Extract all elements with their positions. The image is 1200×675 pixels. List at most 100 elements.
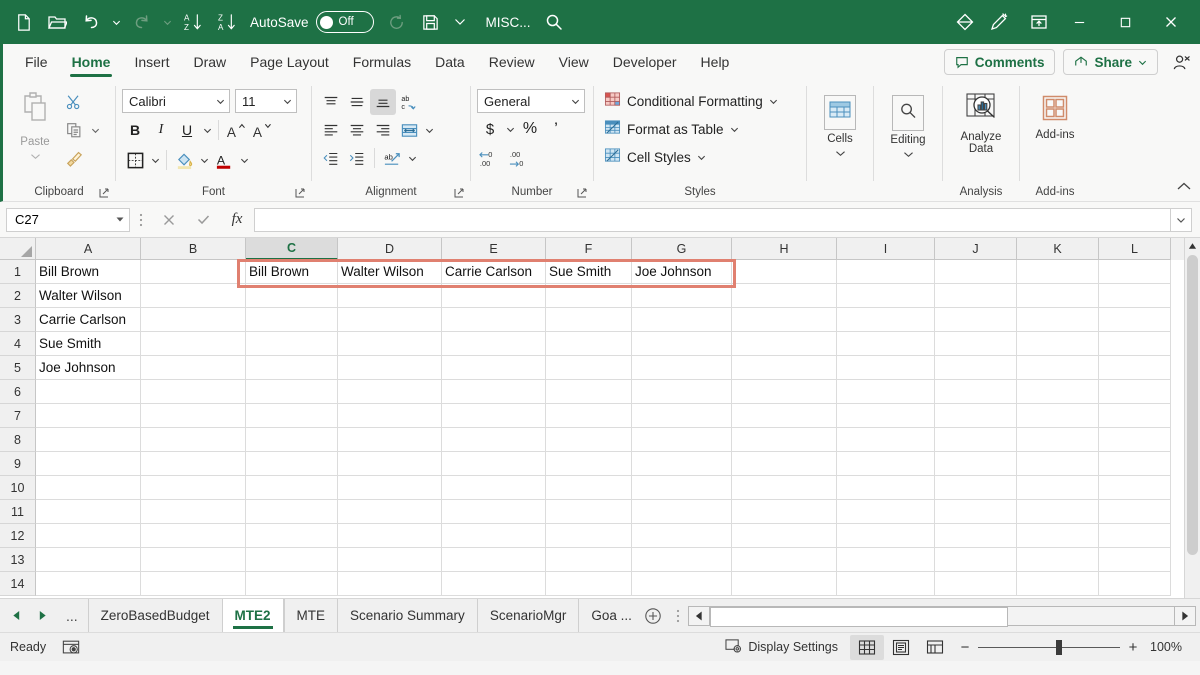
decrease-decimal-icon[interactable]: .00 0 <box>507 145 537 171</box>
cell-A5[interactable]: Joe Johnson <box>36 356 141 380</box>
cell-B13[interactable] <box>141 548 246 572</box>
vertical-scroll-thumb[interactable] <box>1187 255 1198 555</box>
customize-quick-access-chevron-down-icon[interactable] <box>448 5 472 39</box>
cell-G11[interactable] <box>632 500 732 524</box>
ribbon-display-icon[interactable] <box>1022 5 1056 39</box>
undo-icon[interactable] <box>74 5 108 39</box>
row-header-13[interactable]: 13 <box>0 548 36 572</box>
tab-home[interactable]: Home <box>60 44 123 80</box>
align-left-icon[interactable] <box>318 117 344 143</box>
zoom-level-label[interactable]: 100% <box>1146 640 1194 654</box>
cell-D7[interactable] <box>338 404 442 428</box>
analyze-data-button[interactable]: Analyze Data <box>949 89 1013 155</box>
cell-H14[interactable] <box>732 572 837 596</box>
cell-F2[interactable] <box>546 284 632 308</box>
cell-J11[interactable] <box>935 500 1017 524</box>
comments-button[interactable]: Comments <box>944 49 1056 75</box>
cell-I2[interactable] <box>837 284 935 308</box>
row-header-3[interactable]: 3 <box>0 308 36 332</box>
cell-J13[interactable] <box>935 548 1017 572</box>
cell-F3[interactable] <box>546 308 632 332</box>
cell-G12[interactable] <box>632 524 732 548</box>
column-header-k[interactable]: K <box>1017 238 1099 260</box>
cell-H11[interactable] <box>732 500 837 524</box>
underline-button[interactable]: U <box>174 117 200 143</box>
cell-F9[interactable] <box>546 452 632 476</box>
cell-G6[interactable] <box>632 380 732 404</box>
tab-developer[interactable]: Developer <box>601 44 689 80</box>
row-header-11[interactable]: 11 <box>0 500 36 524</box>
column-header-e[interactable]: E <box>442 238 546 260</box>
expand-formula-bar-icon[interactable] <box>1170 208 1192 232</box>
cell-F5[interactable] <box>546 356 632 380</box>
percent-icon[interactable]: % <box>517 116 543 142</box>
cell-K6[interactable] <box>1017 380 1099 404</box>
cell-B2[interactable] <box>141 284 246 308</box>
cell-H10[interactable] <box>732 476 837 500</box>
cell-A1[interactable]: Bill Brown <box>36 260 141 284</box>
cell-B5[interactable] <box>141 356 246 380</box>
row-header-10[interactable]: 10 <box>0 476 36 500</box>
cell-H2[interactable] <box>732 284 837 308</box>
cell-F8[interactable] <box>546 428 632 452</box>
page-layout-view-button[interactable] <box>884 635 918 660</box>
sheet-tab-mte[interactable]: MTE <box>284 599 338 632</box>
tab-review[interactable]: Review <box>477 44 547 80</box>
cell-H8[interactable] <box>732 428 837 452</box>
column-header-f[interactable]: F <box>546 238 632 260</box>
maximize-icon[interactable] <box>1102 0 1148 44</box>
cell-L4[interactable] <box>1099 332 1171 356</box>
row-header-14[interactable]: 14 <box>0 572 36 596</box>
collapse-ribbon-icon[interactable] <box>1176 180 1192 199</box>
add-sheet-icon[interactable] <box>636 599 670 632</box>
cell-A6[interactable] <box>36 380 141 404</box>
column-header-h[interactable]: H <box>732 238 837 260</box>
cell-E6[interactable] <box>442 380 546 404</box>
cell-H9[interactable] <box>732 452 837 476</box>
addins-button[interactable]: Add-ins <box>1026 91 1084 141</box>
redo-icon[interactable] <box>125 5 159 39</box>
cell-A4[interactable]: Sue Smith <box>36 332 141 356</box>
cells-chevron-down-icon[interactable] <box>835 145 846 163</box>
vertical-scrollbar[interactable] <box>1184 238 1200 598</box>
scroll-right-arrow-icon[interactable] <box>1174 606 1196 626</box>
cell-H4[interactable] <box>732 332 837 356</box>
cell-E1[interactable]: Carrie Carlson <box>442 260 546 284</box>
cell-L7[interactable] <box>1099 404 1171 428</box>
horizontal-scroll-track[interactable] <box>710 606 1174 626</box>
row-header-4[interactable]: 4 <box>0 332 36 356</box>
cell-E8[interactable] <box>442 428 546 452</box>
copy-icon[interactable] <box>61 117 87 143</box>
cell-C9[interactable] <box>246 452 338 476</box>
new-file-icon[interactable] <box>6 5 40 39</box>
row-header-1[interactable]: 1 <box>0 260 36 284</box>
cell-L12[interactable] <box>1099 524 1171 548</box>
cell-F7[interactable] <box>546 404 632 428</box>
font-dialog-launcher[interactable] <box>294 187 307 200</box>
search-icon[interactable] <box>537 5 571 39</box>
cell-B6[interactable] <box>141 380 246 404</box>
align-middle-icon[interactable] <box>344 89 370 115</box>
cell-L9[interactable] <box>1099 452 1171 476</box>
cell-I8[interactable] <box>837 428 935 452</box>
cell-E2[interactable] <box>442 284 546 308</box>
cell-J6[interactable] <box>935 380 1017 404</box>
cell-F4[interactable] <box>546 332 632 356</box>
cell-E13[interactable] <box>442 548 546 572</box>
cancel-icon[interactable] <box>152 207 186 233</box>
cell-B9[interactable] <box>141 452 246 476</box>
cell-I12[interactable] <box>837 524 935 548</box>
format-painter-icon[interactable] <box>61 145 87 171</box>
record-macro-icon[interactable] <box>62 639 80 656</box>
sheet-tab-zerobasedbudget[interactable]: ZeroBasedBudget <box>88 599 222 632</box>
cell-E11[interactable] <box>442 500 546 524</box>
cell-H5[interactable] <box>732 356 837 380</box>
formula-input[interactable] <box>254 208 1170 232</box>
cell-B14[interactable] <box>141 572 246 596</box>
previous-sheet-icon[interactable] <box>8 606 24 626</box>
insert-function-icon[interactable]: fx <box>220 207 254 233</box>
row-header-5[interactable]: 5 <box>0 356 36 380</box>
cell-K13[interactable] <box>1017 548 1099 572</box>
cell-J1[interactable] <box>935 260 1017 284</box>
cell-E4[interactable] <box>442 332 546 356</box>
